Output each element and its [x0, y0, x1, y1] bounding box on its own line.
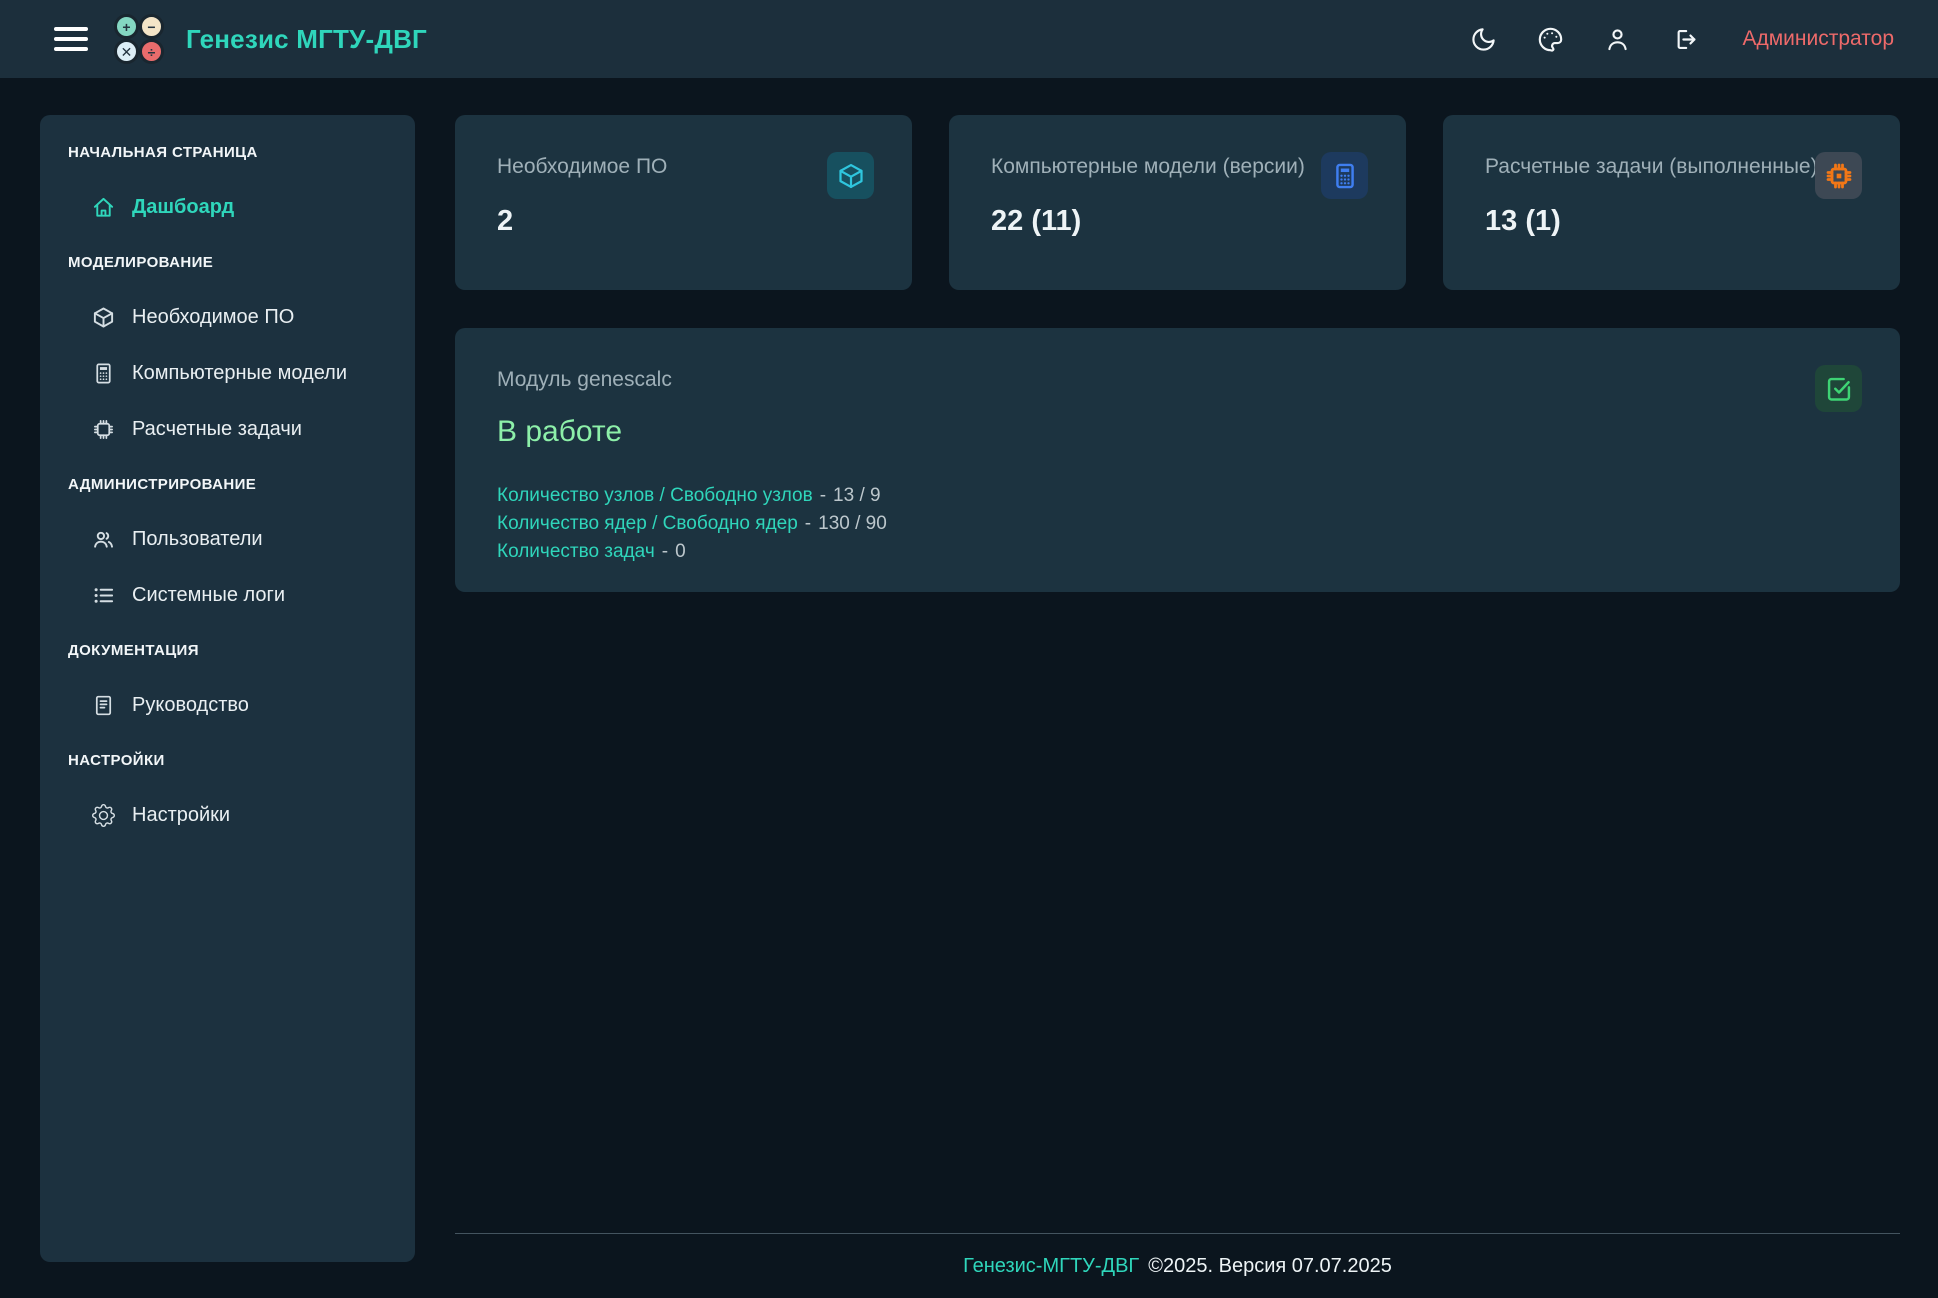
sidebar-section-modeling: МОДЕЛИРОВАНИЕ	[68, 253, 214, 271]
sidebar-item-system-logs[interactable]: Системные логи	[40, 567, 415, 623]
logout-button[interactable]	[1671, 26, 1698, 53]
gear-icon	[92, 803, 115, 827]
metric-value: 130 / 90	[818, 513, 887, 534]
sidebar-item-manual[interactable]: Руководство	[40, 677, 415, 733]
calculator-icon	[1321, 152, 1368, 199]
sidebar-item-users[interactable]: Пользователи	[40, 511, 415, 567]
sidebar-item-label: Расчетные задачи	[132, 417, 302, 440]
stat-card-value: 2	[497, 205, 514, 237]
sidebar-item-calc-tasks[interactable]: Расчетные задачи	[40, 401, 415, 457]
metric-row-cores: Количество ядер / Свободно ядер - 130 / …	[497, 510, 1900, 538]
stat-card-value: 22 (11)	[991, 205, 1082, 237]
sidebar-item-label: Настройки	[132, 803, 231, 826]
book-icon	[92, 694, 115, 717]
sidebar: НАЧАЛЬНАЯ СТРАНИЦА Дашбоард МОДЕЛИРОВАНИ…	[40, 115, 415, 1262]
metric-value: 13 / 9	[833, 485, 881, 506]
cube-icon	[92, 306, 115, 329]
stat-card-computer-models[interactable]: Компьютерные модели (версии) 22 (11)	[949, 115, 1406, 290]
header-left: + − ✕ ÷ Генезис МГТУ-ДВГ	[50, 14, 427, 64]
sidebar-item-label: Системные логи	[132, 583, 286, 606]
moon-icon	[1470, 26, 1497, 53]
stat-card-required-software[interactable]: Необходимое ПО 2	[455, 115, 912, 290]
footer-brand-link[interactable]: Генезис-МГТУ-ДВГ	[963, 1255, 1139, 1278]
app-logo: + − ✕ ÷	[114, 14, 164, 64]
check-square-icon	[1815, 365, 1862, 412]
metric-separator: -	[804, 513, 812, 534]
module-metrics: Количество узлов / Свободно узлов - 13 /…	[497, 482, 1900, 566]
menu-toggle-button[interactable]	[50, 23, 92, 55]
sidebar-section-settings: НАСТРОЙКИ	[68, 751, 165, 769]
metric-separator: -	[661, 541, 669, 562]
cube-icon	[827, 152, 874, 199]
app-title: Генезис МГТУ-ДВГ	[186, 23, 427, 54]
sidebar-item-label: Руководство	[132, 693, 249, 716]
minus-icon: −	[139, 14, 164, 39]
page-footer: Генезис-МГТУ-ДВГ ©2025. Версия 07.07.202…	[455, 1233, 1900, 1278]
sidebar-section-home: НАЧАЛЬНАЯ СТРАНИЦА	[68, 143, 258, 161]
sidebar-item-label: Необходимое ПО	[132, 305, 295, 328]
metric-row-nodes: Количество узлов / Свободно узлов - 13 /…	[497, 482, 1900, 510]
app-root: + − ✕ ÷ Генезис МГТУ-ДВГ Администратор Н…	[0, 0, 1938, 1298]
sidebar-item-required-software[interactable]: Необходимое ПО	[40, 289, 415, 345]
sidebar-item-settings[interactable]: Настройки	[40, 787, 415, 843]
sidebar-item-dashboard[interactable]: Дашбоард	[40, 179, 415, 235]
metric-separator: -	[819, 485, 827, 506]
divide-icon: ÷	[139, 39, 164, 64]
user-icon	[1604, 26, 1631, 53]
metric-value: 0	[675, 541, 686, 562]
logout-icon	[1671, 26, 1698, 53]
palette-icon	[1537, 26, 1564, 53]
sidebar-section-documentation: ДОКУМЕНТАЦИЯ	[68, 641, 199, 659]
sidebar-item-label: Компьютерные модели	[132, 361, 348, 384]
app-header: + − ✕ ÷ Генезис МГТУ-ДВГ Администратор	[0, 0, 1938, 78]
module-status-text: В работе	[497, 415, 623, 448]
theme-toggle-button[interactable]	[1470, 26, 1497, 53]
plus-icon: +	[114, 14, 139, 39]
calculator-icon	[92, 362, 115, 385]
user-role-label: Администратор	[1742, 27, 1894, 50]
home-icon	[92, 196, 115, 219]
metric-label: Количество задач	[497, 541, 655, 562]
stat-card-calc-tasks[interactable]: Расчетные задачи (выполненные) 13 (1)	[1443, 115, 1900, 290]
stat-cards-row: Необходимое ПО 2 Компьютерные модели (ве…	[455, 115, 1900, 290]
main-content: Необходимое ПО 2 Компьютерные модели (ве…	[455, 115, 1900, 592]
sidebar-item-label: Дашбоард	[132, 195, 235, 218]
theme-palette-button[interactable]	[1537, 26, 1564, 53]
menu-bar	[54, 37, 88, 41]
sidebar-item-label: Пользователи	[132, 527, 263, 550]
sidebar-item-computer-models[interactable]: Компьютерные модели	[40, 345, 415, 401]
cpu-icon	[1815, 152, 1862, 199]
metric-label: Количество узлов / Свободно узлов	[497, 485, 813, 506]
profile-button[interactable]	[1604, 26, 1631, 53]
sidebar-section-administration: АДМИНИСТРИРОВАНИЕ	[68, 475, 257, 493]
header-actions: Администратор	[1470, 26, 1894, 53]
menu-bar	[54, 27, 88, 31]
cpu-icon	[92, 418, 115, 441]
menu-bar	[54, 47, 88, 51]
module-card-label: Модуль genescalc	[497, 368, 672, 391]
metric-row-tasks: Количество задач - 0	[497, 538, 1900, 566]
footer-copyright: ©2025. Версия 07.07.2025	[1148, 1255, 1392, 1277]
metric-label: Количество ядер / Свободно ядер	[497, 513, 798, 534]
module-status-card: Модуль genescalc В работе Количество узл…	[455, 328, 1900, 592]
stat-card-value: 13 (1)	[1485, 205, 1561, 237]
users-icon	[92, 528, 115, 551]
multiply-icon: ✕	[114, 39, 139, 64]
list-icon	[92, 584, 115, 607]
